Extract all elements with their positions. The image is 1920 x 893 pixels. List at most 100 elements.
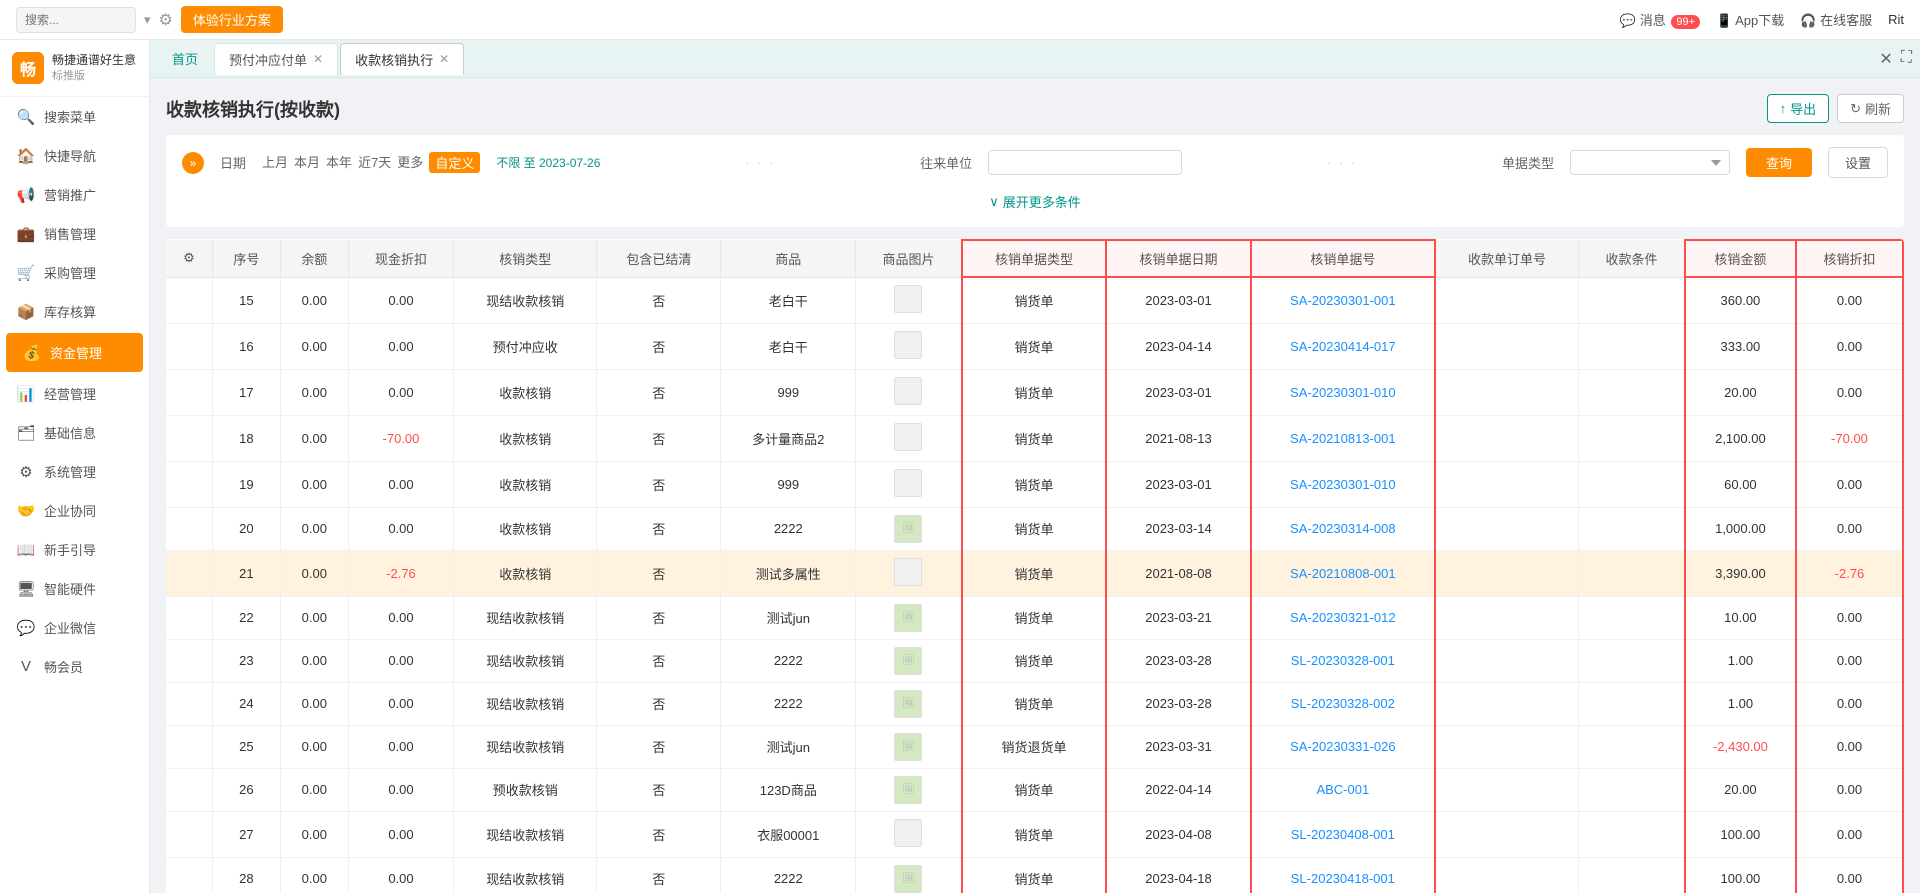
sidebar-item-system[interactable]: ⚙ 系统管理	[0, 452, 149, 491]
settings-button[interactable]: 设置	[1828, 147, 1888, 178]
col-settings-cell	[166, 682, 212, 725]
sidebar-item-inventory[interactable]: 📦 库存核算	[0, 292, 149, 331]
date-custom[interactable]: 自定义	[429, 152, 480, 173]
date-this-month[interactable]: 本月	[294, 152, 320, 173]
sidebar-item-purchase[interactable]: 🛒 采购管理	[0, 253, 149, 292]
tab-close-all-icon[interactable]: ✕	[1879, 49, 1892, 69]
settings-icon[interactable]: ⚙	[159, 10, 173, 30]
user-name[interactable]: Rit	[1888, 12, 1904, 27]
product-cell: 测试多属性	[721, 550, 856, 596]
partner-filter-label: 往来单位	[920, 153, 972, 172]
sidebar-item-member[interactable]: V 畅会员	[0, 647, 149, 686]
sidebar-item-guide[interactable]: 📖 新手引导	[0, 530, 149, 569]
receipt-order-no-cell	[1435, 550, 1579, 596]
product-img-cell: 🖼	[856, 596, 962, 639]
sidebar-item-sales[interactable]: 💼 销售管理	[0, 214, 149, 253]
verify-doc-no-link[interactable]: SA-20230301-010	[1290, 385, 1396, 400]
cash-discount-cell: 0.00	[348, 682, 453, 725]
verify-doc-no-link[interactable]: SA-20230301-010	[1290, 477, 1396, 492]
date-7-days[interactable]: 近7天	[358, 152, 391, 173]
messages-link[interactable]: 💬 消息 99+	[1620, 10, 1700, 29]
tab-verify[interactable]: 收款核销执行 ✕	[340, 43, 464, 75]
col-settings[interactable]: ⚙	[166, 240, 212, 277]
product-image: 🖼	[894, 733, 922, 761]
sidebar-item-collab[interactable]: 🤝 企业协同	[0, 491, 149, 530]
verify-doc-type-cell: 销货单	[962, 461, 1106, 507]
receipt-order-no-cell	[1435, 369, 1579, 415]
verify-doc-no-link[interactable]: SA-20210808-001	[1290, 566, 1396, 581]
filter-expand-button[interactable]: »	[182, 152, 204, 174]
verify-type-cell: 收款核销	[454, 415, 597, 461]
table-row: 16 0.00 0.00 预付冲应收 否 老白干 销货单 2023-04-14 …	[166, 323, 1903, 369]
verify-doc-no-link[interactable]: SL-20230328-001	[1291, 653, 1395, 668]
dropdown-icon[interactable]: ▾	[144, 12, 151, 28]
verify-doc-no-link[interactable]: SA-20230314-008	[1290, 521, 1396, 536]
balance-cell: 0.00	[280, 277, 348, 323]
product-cell: 测试jun	[721, 725, 856, 768]
page-header: 收款核销执行(按收款) ↑ 导出 ↻ 刷新	[166, 94, 1904, 123]
verify-doc-date-cell: 2023-03-21	[1106, 596, 1250, 639]
product-image	[894, 819, 922, 847]
export-button[interactable]: ↑ 导出	[1767, 94, 1830, 123]
receipt-order-no-cell	[1435, 682, 1579, 725]
product-image: 🖼	[894, 865, 922, 893]
search-input[interactable]	[16, 7, 136, 33]
sidebar-item-base[interactable]: 🗂 基础信息	[0, 413, 149, 452]
verify-doc-no-link[interactable]: SA-20230321-012	[1290, 610, 1396, 625]
date-more[interactable]: 更多	[397, 152, 423, 173]
page-title: 收款核销执行(按收款)	[166, 96, 340, 122]
tab-verify-close[interactable]: ✕	[439, 52, 449, 66]
date-last-month[interactable]: 上月	[262, 152, 288, 173]
verify-doc-no-link[interactable]: SA-20230301-001	[1290, 293, 1396, 308]
industry-solution-button[interactable]: 体验行业方案	[181, 6, 283, 33]
sidebar-item-fund[interactable]: 💰 资金管理	[6, 333, 143, 372]
verify-doc-no-link[interactable]: SL-20230328-002	[1291, 696, 1395, 711]
verify-doc-date-cell: 2023-03-01	[1106, 277, 1250, 323]
sidebar-item-marketing[interactable]: 📢 营销推广	[0, 175, 149, 214]
tab-home[interactable]: 首页	[158, 43, 212, 74]
verify-doc-no-link[interactable]: SL-20230408-001	[1291, 827, 1395, 842]
date-this-year[interactable]: 本年	[326, 152, 352, 173]
seq-cell: 23	[212, 639, 280, 682]
verify-amount-cell: 20.00	[1685, 369, 1796, 415]
verify-doc-no-link[interactable]: SA-20230331-026	[1290, 739, 1396, 754]
receipt-condition-cell	[1579, 682, 1685, 725]
doc-type-select[interactable]	[1570, 150, 1730, 175]
verify-discount-cell: 0.00	[1796, 369, 1903, 415]
verify-doc-no-link[interactable]: ABC-001	[1316, 782, 1369, 797]
app-download-link[interactable]: 📱 App下载	[1716, 10, 1784, 29]
partner-input[interactable]	[988, 150, 1182, 175]
verify-doc-no-link[interactable]: SA-20230414-017	[1290, 339, 1396, 354]
verify-doc-no-link[interactable]: SA-20210813-001	[1290, 431, 1396, 446]
sidebar-item-wechat[interactable]: 💬 企业微信	[0, 608, 149, 647]
verify-discount-cell: 0.00	[1796, 639, 1903, 682]
verify-doc-type-cell: 销货退货单	[962, 725, 1106, 768]
tab-prepay-close[interactable]: ✕	[313, 52, 323, 66]
online-service-link[interactable]: 🎧 在线客服	[1800, 10, 1872, 29]
hardware-icon: 🖥	[16, 580, 36, 598]
verify-doc-date-cell: 2023-03-28	[1106, 639, 1250, 682]
table-row: 27 0.00 0.00 现结收款核销 否 衣服00001 销货单 2023-0…	[166, 811, 1903, 857]
sidebar-item-hardware[interactable]: 🖥 智能硬件	[0, 569, 149, 608]
sidebar: 畅 畅捷通谱好生意 标推版 🔍 搜索菜单 🏠 快捷导航 📢 营销推广 💼 销售管…	[0, 40, 150, 893]
cash-discount-cell: 0.00	[348, 725, 453, 768]
verify-amount-cell: 10.00	[1685, 596, 1796, 639]
tab-prepay[interactable]: 预付冲应付单 ✕	[214, 43, 338, 75]
verify-doc-date-cell: 2023-04-08	[1106, 811, 1250, 857]
verify-discount-cell: 0.00	[1796, 857, 1903, 893]
sidebar-item-nav[interactable]: 🏠 快捷导航	[0, 136, 149, 175]
col-settings-cell	[166, 415, 212, 461]
product-img-cell: 🖼	[856, 857, 962, 893]
query-button[interactable]: 查询	[1746, 148, 1812, 177]
tab-expand-icon[interactable]: ⛶	[1901, 49, 1912, 69]
sidebar-item-search[interactable]: 🔍 搜索菜单	[0, 97, 149, 136]
filter-area: » 日期 上月 本月 本年 近7天 更多 自定义 不限 至 2023-07-26…	[166, 135, 1904, 227]
expand-more-conditions[interactable]: ∨ 展开更多条件	[182, 188, 1888, 215]
seq-cell: 28	[212, 857, 280, 893]
verify-amount-cell: -2,430.00	[1685, 725, 1796, 768]
cash-discount-cell: 0.00	[348, 323, 453, 369]
sidebar-item-ops[interactable]: 📊 经营管理	[0, 374, 149, 413]
refresh-button[interactable]: ↻ 刷新	[1837, 94, 1904, 123]
search-icon: 🔍	[16, 108, 36, 126]
verify-doc-no-link[interactable]: SL-20230418-001	[1291, 871, 1395, 886]
